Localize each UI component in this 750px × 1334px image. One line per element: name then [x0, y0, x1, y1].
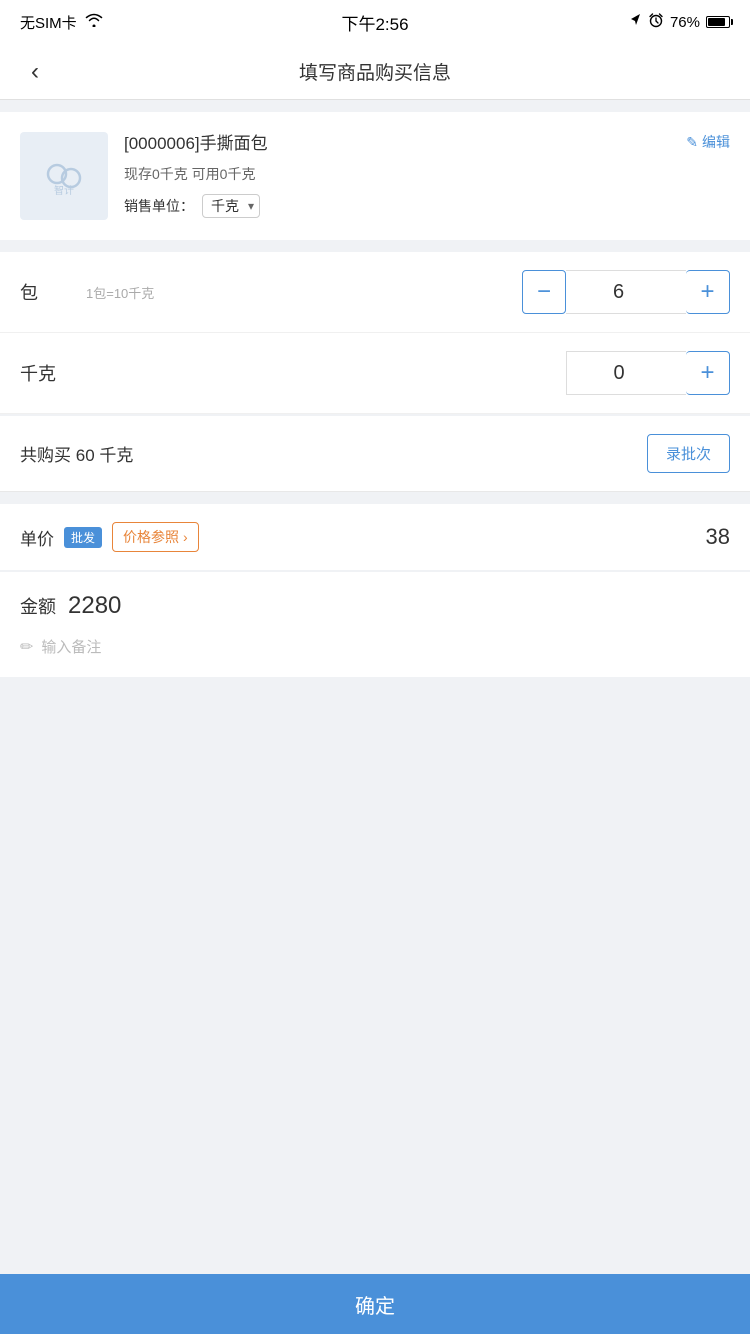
- pack-minus-button[interactable]: −: [522, 270, 566, 314]
- pack-hint: 1包=10千克: [86, 283, 522, 302]
- product-unit-row: 销售单位： 千克: [124, 194, 730, 218]
- product-name: [0000006]手撕面包: [124, 132, 730, 156]
- amount-row: 金额 2280: [20, 592, 730, 636]
- alarm-icon: [648, 12, 664, 32]
- note-row[interactable]: ✏ 输入备注: [20, 636, 730, 677]
- price-ref-label: 价格参照: [123, 527, 179, 547]
- kg-input[interactable]: [566, 351, 686, 395]
- kg-plus-button[interactable]: +: [686, 351, 730, 395]
- note-placeholder: 输入备注: [41, 636, 101, 657]
- svg-text:智计: 智计: [54, 184, 74, 196]
- battery-percent: 76%: [670, 14, 700, 31]
- amount-label: 金额: [20, 593, 56, 619]
- nav-bar: ‹ 填写商品购买信息: [0, 44, 750, 100]
- quantity-section: 包 1包=10千克 − + 千克 +: [0, 252, 750, 414]
- battery-icon: [706, 16, 730, 28]
- status-bar: 无SIM卡 下午2:56 76%: [0, 0, 750, 44]
- confirm-button[interactable]: 确定: [0, 1274, 750, 1334]
- price-tag-badge: 批发: [64, 527, 102, 548]
- wifi-icon: [85, 13, 103, 31]
- amount-section: 金额 2280 ✏ 输入备注: [0, 572, 750, 677]
- status-left: 无SIM卡: [20, 12, 103, 33]
- price-ref-button[interactable]: 价格参照 ›: [112, 522, 199, 552]
- kg-row: 千克 +: [0, 333, 750, 414]
- price-row: 单价 批发 价格参照 › 38: [0, 504, 750, 570]
- gps-icon: [630, 13, 642, 31]
- pack-row: 包 1包=10千克 − +: [0, 252, 750, 333]
- price-value: 38: [706, 524, 730, 550]
- product-info: [0000006]手撕面包 现存0千克 可用0千克 销售单位： 千克: [124, 132, 730, 218]
- product-image: 智计: [20, 132, 108, 220]
- back-arrow-icon: ‹: [31, 58, 39, 86]
- unit-label: 销售单位：: [124, 196, 194, 216]
- price-ref-arrow-icon: ›: [183, 529, 188, 545]
- edit-button[interactable]: ✎ 编辑: [686, 132, 730, 152]
- total-row: 共购买 60 千克 录批次: [0, 416, 750, 492]
- unit-select[interactable]: 千克: [202, 194, 260, 218]
- carrier-label: 无SIM卡: [20, 12, 77, 33]
- unit-select-wrapper[interactable]: 千克: [202, 194, 260, 218]
- product-card: 智计 [0000006]手撕面包 现存0千克 可用0千克 销售单位： 千克 ✎ …: [0, 112, 750, 240]
- pack-input[interactable]: [566, 270, 686, 314]
- note-pencil-icon: ✏: [20, 637, 33, 657]
- record-batch-button[interactable]: 录批次: [647, 434, 730, 473]
- pack-label: 包: [20, 279, 80, 305]
- edit-icon: ✎: [686, 134, 698, 151]
- amount-value: 2280: [68, 592, 121, 620]
- total-text: 共购买 60 千克: [20, 441, 133, 466]
- back-button[interactable]: ‹: [0, 44, 60, 100]
- product-stock: 现存0千克 可用0千克: [124, 164, 730, 184]
- kg-controls: +: [566, 351, 730, 395]
- pack-controls: − +: [522, 270, 730, 314]
- kg-label: 千克: [20, 360, 80, 386]
- empty-content-area: [0, 677, 750, 957]
- pack-plus-button[interactable]: +: [686, 270, 730, 314]
- edit-label: 编辑: [702, 132, 730, 152]
- price-label: 单价: [20, 525, 54, 550]
- status-right: 76%: [630, 12, 730, 32]
- page-title: 填写商品购买信息: [299, 58, 451, 85]
- separator-1: [0, 492, 750, 504]
- status-time: 下午2:56: [341, 10, 408, 35]
